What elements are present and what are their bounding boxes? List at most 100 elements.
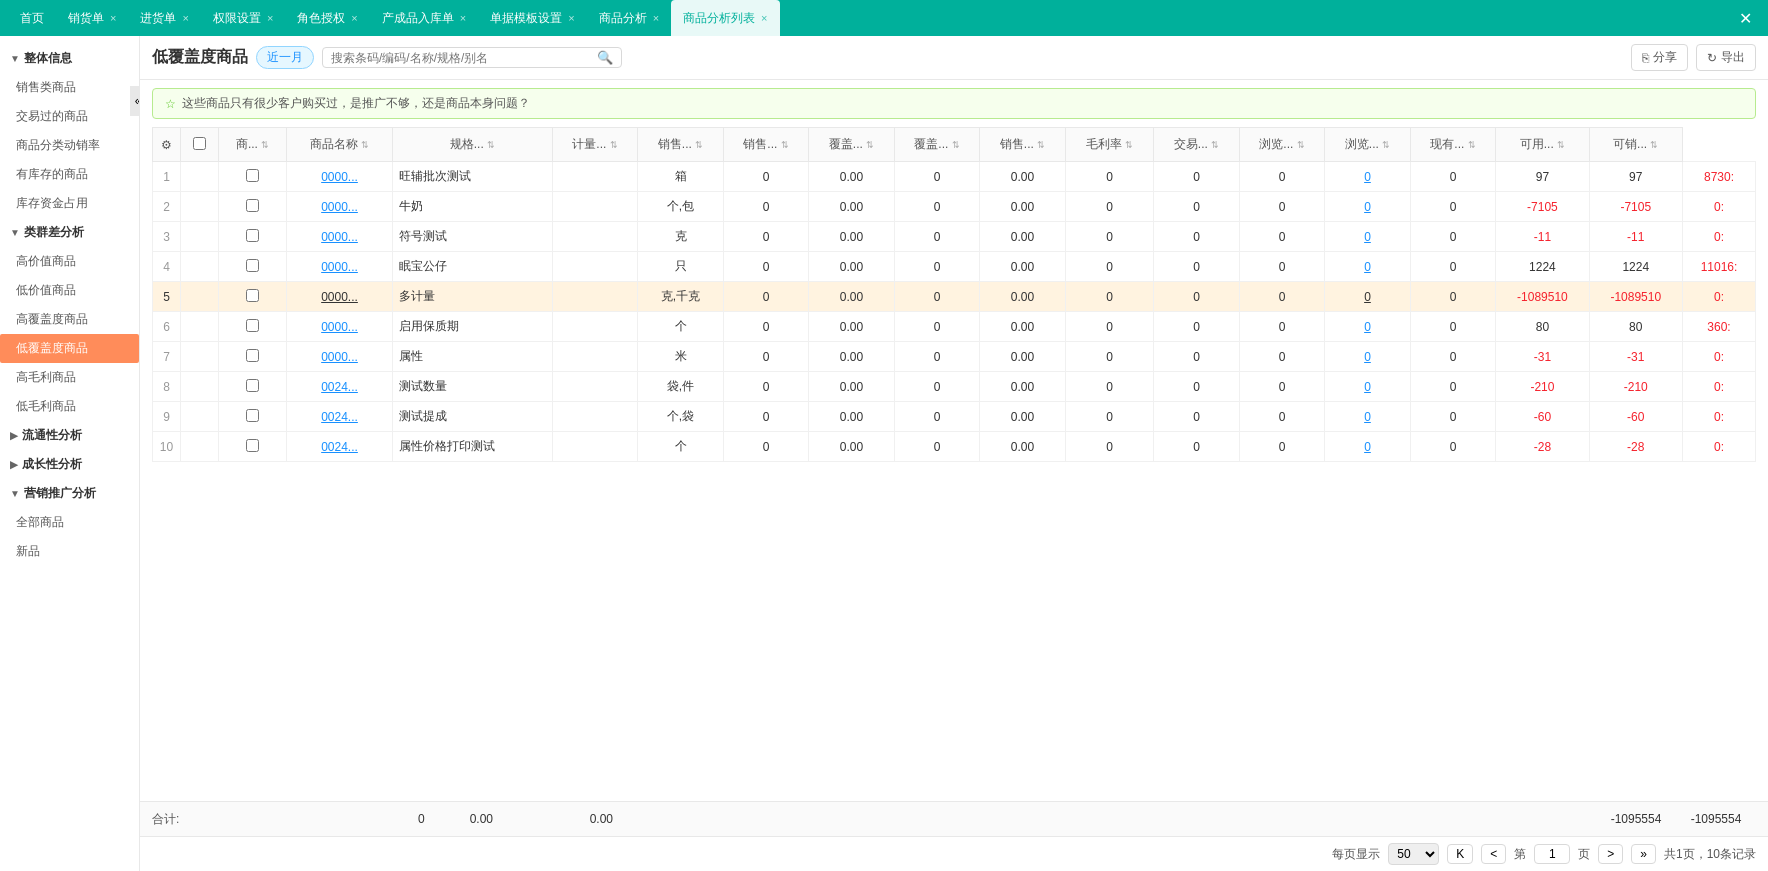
close-icon[interactable]: × xyxy=(267,12,273,24)
row-checkbox[interactable] xyxy=(219,402,287,432)
col-sales3[interactable]: 销售... ⇅ xyxy=(980,128,1066,162)
row-gear[interactable] xyxy=(181,372,219,402)
sidebar-item-new-goods[interactable]: 新品 xyxy=(0,537,139,566)
col-code[interactable]: 商... ⇅ xyxy=(219,128,287,162)
row-checkbox[interactable] xyxy=(219,192,287,222)
close-icon[interactable]: × xyxy=(568,12,574,24)
prev-page-button[interactable]: < xyxy=(1481,844,1506,864)
row-checkbox[interactable] xyxy=(219,372,287,402)
col-checkbox[interactable] xyxy=(181,128,219,162)
page-of-label: 页 xyxy=(1578,846,1590,863)
close-window-button[interactable]: ✕ xyxy=(1731,9,1760,28)
nav-item-permissions[interactable]: 权限设置 × xyxy=(201,0,285,36)
nav-item-template[interactable]: 单据模板设置 × xyxy=(478,0,586,36)
row-browse1[interactable]: 0 xyxy=(1325,252,1411,282)
next-page-button[interactable]: > xyxy=(1598,844,1623,864)
sidebar-item-all-goods[interactable]: 全部商品 xyxy=(0,508,139,537)
search-input[interactable] xyxy=(331,51,597,65)
page-number-input[interactable] xyxy=(1534,844,1570,864)
last-page-button[interactable]: » xyxy=(1631,844,1656,864)
row-browse1[interactable]: 0 xyxy=(1325,162,1411,192)
row-gear[interactable] xyxy=(181,192,219,222)
col-browse2[interactable]: 浏览... ⇅ xyxy=(1325,128,1411,162)
select-all-checkbox[interactable] xyxy=(193,137,206,150)
close-icon[interactable]: × xyxy=(351,12,357,24)
col-unit[interactable]: 计量... ⇅ xyxy=(552,128,638,162)
search-icon[interactable]: 🔍 xyxy=(597,50,613,65)
row-gear[interactable] xyxy=(181,402,219,432)
col-available[interactable]: 可用... ⇅ xyxy=(1496,128,1589,162)
row-gear[interactable] xyxy=(181,342,219,372)
col-current[interactable]: 现有... ⇅ xyxy=(1410,128,1496,162)
nav-item-home[interactable]: 首页 xyxy=(8,0,56,36)
row-browse1[interactable]: 0 xyxy=(1325,372,1411,402)
nav-item-analysis[interactable]: 商品分析 × xyxy=(587,0,671,36)
row-gear[interactable] xyxy=(181,282,219,312)
row-browse1[interactable]: 0 xyxy=(1325,342,1411,372)
first-page-button[interactable]: K xyxy=(1447,844,1473,864)
col-trade[interactable]: 交易... ⇅ xyxy=(1154,128,1240,162)
nav-item-analysis-list[interactable]: 商品分析列表 × xyxy=(671,0,779,36)
close-icon[interactable]: × xyxy=(761,12,767,24)
row-checkbox[interactable] xyxy=(219,342,287,372)
sidebar-section-liquidity[interactable]: ▶ 流通性分析 xyxy=(0,421,139,450)
col-sales-qty[interactable]: 销售... ⇅ xyxy=(638,128,724,162)
sidebar-section-overall[interactable]: ▼ 整体信息 xyxy=(0,44,139,73)
close-icon[interactable]: × xyxy=(182,12,188,24)
close-icon[interactable]: × xyxy=(653,12,659,24)
row-checkbox[interactable] xyxy=(219,432,287,462)
row-browse1[interactable]: 0 xyxy=(1325,222,1411,252)
sidebar-section-group[interactable]: ▼ 类群差分析 xyxy=(0,218,139,247)
row-gear[interactable] xyxy=(181,162,219,192)
sidebar-item-low-value[interactable]: 低价值商品 xyxy=(0,276,139,305)
page-size-select[interactable]: 50 10 20 100 xyxy=(1388,843,1439,865)
sidebar-collapse-button[interactable]: « xyxy=(130,86,140,116)
sidebar-item-high-coverage[interactable]: 高覆盖度商品 xyxy=(0,305,139,334)
sidebar-section-marketing[interactable]: ▼ 营销推广分析 xyxy=(0,479,139,508)
filter-button[interactable]: 近一月 xyxy=(256,46,314,69)
sidebar-item-in-stock[interactable]: 有库存的商品 xyxy=(0,160,139,189)
row-browse1[interactable]: 0 xyxy=(1325,432,1411,462)
col-cover2[interactable]: 覆盖... ⇅ xyxy=(894,128,980,162)
sidebar-item-traded-goods[interactable]: 交易过的商品 xyxy=(0,102,139,131)
col-spec[interactable]: 规格... ⇅ xyxy=(393,128,553,162)
col-browse1[interactable]: 浏览... ⇅ xyxy=(1239,128,1325,162)
close-icon[interactable]: × xyxy=(460,12,466,24)
row-gear[interactable] xyxy=(181,252,219,282)
row-checkbox[interactable] xyxy=(219,222,287,252)
sidebar-item-low-coverage[interactable]: 低覆盖度商品 xyxy=(0,334,139,363)
sidebar-item-capital[interactable]: 库存资金占用 xyxy=(0,189,139,218)
sidebar-item-high-value[interactable]: 高价值商品 xyxy=(0,247,139,276)
col-saleable[interactable]: 可销... ⇅ xyxy=(1589,128,1682,162)
row-browse1[interactable]: 0 xyxy=(1325,312,1411,342)
row-checkbox[interactable] xyxy=(219,312,287,342)
col-cover1[interactable]: 覆盖... ⇅ xyxy=(809,128,895,162)
close-icon[interactable]: × xyxy=(110,12,116,24)
share-button[interactable]: ⎘ 分享 xyxy=(1631,44,1688,71)
row-gear[interactable] xyxy=(181,432,219,462)
row-browse1[interactable]: 0 xyxy=(1325,192,1411,222)
nav-item-roles[interactable]: 角色授权 × xyxy=(285,0,369,36)
row-checkbox[interactable] xyxy=(219,252,287,282)
row-spec xyxy=(552,282,638,312)
sidebar-item-category-rate[interactable]: 商品分类动销率 xyxy=(0,131,139,160)
sidebar-item-low-margin[interactable]: 低毛利商品 xyxy=(0,392,139,421)
col-margin[interactable]: 毛利率 ⇅ xyxy=(1065,128,1153,162)
row-checkbox[interactable] xyxy=(219,282,287,312)
col-name[interactable]: 商品名称 ⇅ xyxy=(287,128,393,162)
col-gear[interactable]: ⚙ xyxy=(153,128,181,162)
row-gear[interactable] xyxy=(181,312,219,342)
nav-item-warehouse[interactable]: 产成品入库单 × xyxy=(370,0,478,36)
row-browse1[interactable]: 0 xyxy=(1325,402,1411,432)
table-container[interactable]: ⚙ 商... ⇅ 商品名称 ⇅ 规格... ⇅ 计量... ⇅ 销售... ⇅ … xyxy=(140,127,1768,801)
nav-item-sales[interactable]: 销货单 × xyxy=(56,0,128,36)
sidebar-item-high-margin[interactable]: 高毛利商品 xyxy=(0,363,139,392)
sidebar-item-sales-goods[interactable]: 销售类商品 xyxy=(0,73,139,102)
row-browse1[interactable]: 0 xyxy=(1325,282,1411,312)
row-checkbox[interactable] xyxy=(219,162,287,192)
sidebar-section-growth[interactable]: ▶ 成长性分析 xyxy=(0,450,139,479)
nav-item-purchase[interactable]: 进货单 × xyxy=(128,0,200,36)
row-gear[interactable] xyxy=(181,222,219,252)
col-sales-amt[interactable]: 销售... ⇅ xyxy=(723,128,809,162)
export-button[interactable]: ↻ 导出 xyxy=(1696,44,1756,71)
